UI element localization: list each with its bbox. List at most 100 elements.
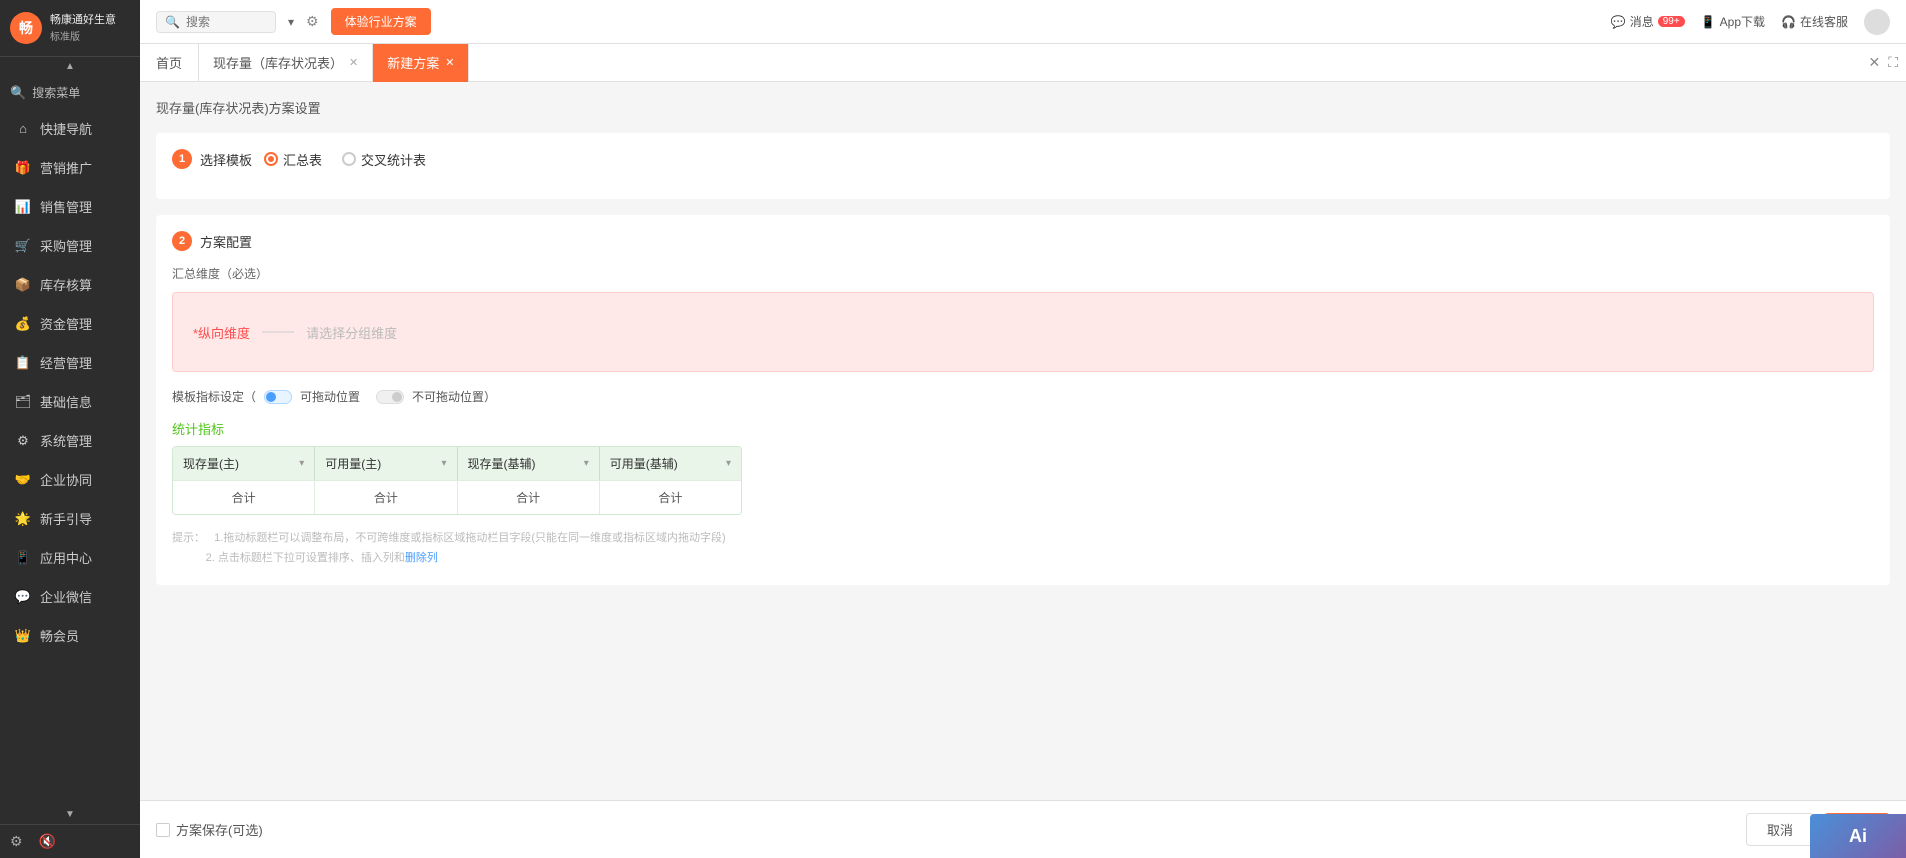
sidebar-logo: 畅 畅康通好生意 标准版 <box>0 0 140 57</box>
dimension-placeholder: 请选择分组维度 <box>306 323 397 342</box>
tab-inventory-status[interactable]: 现存量（库存状况表） ✕ <box>199 44 373 82</box>
radio-cross[interactable]: 交叉统计表 <box>342 150 426 169</box>
topbar-online-service[interactable]: 🎧 在线客服 <box>1781 13 1848 30</box>
app-edition: 标准版 <box>50 28 116 43</box>
fixed-badge-dot <box>392 392 402 402</box>
message-icon: 💬 <box>1611 15 1626 29</box>
sidebar-label-marketing: 营销推广 <box>40 158 92 177</box>
try-industry-btn[interactable]: 体验行业方案 <box>331 8 431 35</box>
sidebar-item-marketing[interactable]: 🎁 营销推广 <box>0 148 140 187</box>
sidebar-item-member[interactable]: 👑 畅会员 <box>0 616 140 655</box>
tab-expand-icon[interactable]: ⛶ <box>1888 54 1898 71</box>
radio-summary-label: 汇总表 <box>283 150 322 169</box>
purchase-icon: 🛒 <box>14 237 32 255</box>
stat-col-4[interactable]: 可用量(基辅) ▾ <box>600 447 741 480</box>
topbar-app-download[interactable]: 📱 App下载 <box>1701 13 1765 30</box>
sidebar-item-finance[interactable]: 💰 资金管理 <box>0 304 140 343</box>
stat-table-row-1: 合计 合计 合计 合计 <box>173 480 741 514</box>
stat-section-label: 统计指标 <box>172 419 1874 438</box>
sidebar-label-inventory: 库存核算 <box>40 275 92 294</box>
app-name: 畅康通好生意 <box>50 13 116 28</box>
save-scheme-checkbox[interactable]: 方案保存(可选) <box>156 820 263 839</box>
tab-new-scheme-close-icon[interactable]: ✕ <box>445 56 454 69</box>
sidebar-item-management[interactable]: 📋 经营管理 <box>0 343 140 382</box>
tab-inventory-status-label: 现存量（库存状况表） <box>213 53 343 72</box>
section-1: 1 选择模板 汇总表 交叉统计表 <box>156 133 1890 199</box>
sidebar-scroll-up[interactable]: ▲ <box>0 57 140 76</box>
stat-col-3[interactable]: 现存量(基辅) ▾ <box>458 447 600 480</box>
stat-table-header: 现存量(主) ▾ 可用量(主) ▾ 现存量(基辅) ▾ 可用量(基辅) <box>173 447 741 480</box>
tab-home[interactable]: 首页 <box>140 44 199 82</box>
radio-summary[interactable]: 汇总表 <box>264 150 322 169</box>
indicator-movable-label: 可拖动位置 <box>300 388 360 405</box>
bottom-bar: 方案保存(可选) 取消 查询 <box>140 800 1906 858</box>
sidebar-label-cooperation: 企业协同 <box>40 470 92 489</box>
sidebar-item-sales[interactable]: 📊 销售管理 <box>0 187 140 226</box>
logo-text-block: 畅康通好生意 标准版 <box>50 13 116 43</box>
topbar-search-box[interactable]: 🔍 <box>156 11 276 33</box>
sidebar-item-system[interactable]: ⚙ 系统管理 <box>0 421 140 460</box>
gift-icon: 🎁 <box>14 159 32 177</box>
stat-col-2-label: 可用量(主) <box>325 455 381 472</box>
sidebar-item-inventory[interactable]: 📦 库存核算 <box>0 265 140 304</box>
message-label: 消息 <box>1630 13 1654 30</box>
indicator-section: 模板指标设定（ 可拖动位置 不可拖动位置） 统计指标 现存量(主) <box>172 388 1874 569</box>
stat-col-3-chevron: ▾ <box>584 458 589 469</box>
movable-badge-dot <box>266 392 276 402</box>
topbar-message[interactable]: 💬 消息 99+ <box>1611 13 1685 30</box>
sidebar-label-wechat: 企业微信 <box>40 587 92 606</box>
section2-label: 方案配置 <box>200 232 252 251</box>
user-avatar[interactable] <box>1864 9 1890 35</box>
section2-header: 2 方案配置 <box>172 231 1874 251</box>
dimension-area[interactable]: *纵向维度 —— 请选择分组维度 <box>172 292 1874 372</box>
indicator-settings-label: 模板指标设定（ <box>172 388 256 405</box>
sidebar-item-purchase[interactable]: 🛒 采购管理 <box>0 226 140 265</box>
newbie-icon: 🌟 <box>14 510 32 528</box>
sidebar-item-app-center[interactable]: 📱 应用中心 <box>0 538 140 577</box>
section1-header: 1 选择模板 汇总表 交叉统计表 <box>172 149 1874 169</box>
ai-badge[interactable]: Ai <box>1810 814 1906 858</box>
search-icon: 🔍 <box>10 85 26 101</box>
sidebar-item-basic-info[interactable]: 🗂 基础信息 <box>0 382 140 421</box>
sidebar-item-cooperation[interactable]: 🤝 企业协同 <box>0 460 140 499</box>
sound-icon[interactable]: 🔇 <box>39 833 56 850</box>
dimension-required-label: *纵向维度 <box>193 323 250 342</box>
sidebar-item-quick-nav[interactable]: ⌂ 快捷导航 <box>0 109 140 148</box>
app-icon: 📱 <box>14 549 32 567</box>
stat-cell-4: 合计 <box>600 481 741 514</box>
sidebar-item-newbie[interactable]: 🌟 新手引导 <box>0 499 140 538</box>
stat-col-1[interactable]: 现存量(主) ▾ <box>173 447 315 480</box>
topbar-dropdown-icon[interactable]: ▾ <box>288 15 294 29</box>
sidebar-label-member: 畅会员 <box>40 626 79 645</box>
topbar-search-input[interactable] <box>186 15 266 29</box>
tab-close-all-icon[interactable]: ✕ <box>1868 54 1880 71</box>
app-download-icon: 📱 <box>1701 15 1716 29</box>
sidebar-bottom: ⚙ 🔇 <box>0 824 140 858</box>
topbar-gear-icon[interactable]: ⚙ <box>306 13 319 30</box>
management-icon: 📋 <box>14 354 32 372</box>
movable-badge <box>264 390 292 404</box>
tab-inventory-close-icon[interactable]: ✕ <box>349 56 358 69</box>
sidebar-label-basic-info: 基础信息 <box>40 392 92 411</box>
message-badge: 99+ <box>1658 16 1685 27</box>
stat-col-2[interactable]: 可用量(主) ▾ <box>315 447 457 480</box>
save-checkbox-box <box>156 823 170 837</box>
tab-new-scheme[interactable]: 新建方案 ✕ <box>373 44 469 82</box>
tab-right-controls: ✕ ⛶ <box>1868 54 1906 71</box>
search-menu-item[interactable]: 🔍 搜索菜单 <box>0 76 140 109</box>
page-title: 现存量(库存状况表)方案设置 <box>156 98 1890 117</box>
sidebar-nav: ⌂ 快捷导航 🎁 营销推广 📊 销售管理 🛒 采购管理 📦 库存核算 💰 资金管… <box>0 109 140 805</box>
tab-new-scheme-label: 新建方案 <box>387 53 439 72</box>
sidebar-label-management: 经营管理 <box>40 353 92 372</box>
settings-icon[interactable]: ⚙ <box>10 833 23 850</box>
cancel-button[interactable]: 取消 <box>1746 813 1814 846</box>
home-icon: ⌂ <box>14 120 32 138</box>
search-menu-label: 搜索菜单 <box>32 84 80 101</box>
sidebar-scroll-down[interactable]: ▼ <box>0 805 140 824</box>
sidebar-item-wechat[interactable]: 💬 企业微信 <box>0 577 140 616</box>
sales-icon: 📊 <box>14 198 32 216</box>
tip-1: 提示： 1.拖动标题栏可以调整布局，不可跨维度或指标区域拖动栏目字段(只能在同一… <box>172 529 1874 549</box>
topbar-search-icon: 🔍 <box>165 15 180 29</box>
stat-col-1-label: 现存量(主) <box>183 455 239 472</box>
radio-cross-dot <box>342 152 356 166</box>
